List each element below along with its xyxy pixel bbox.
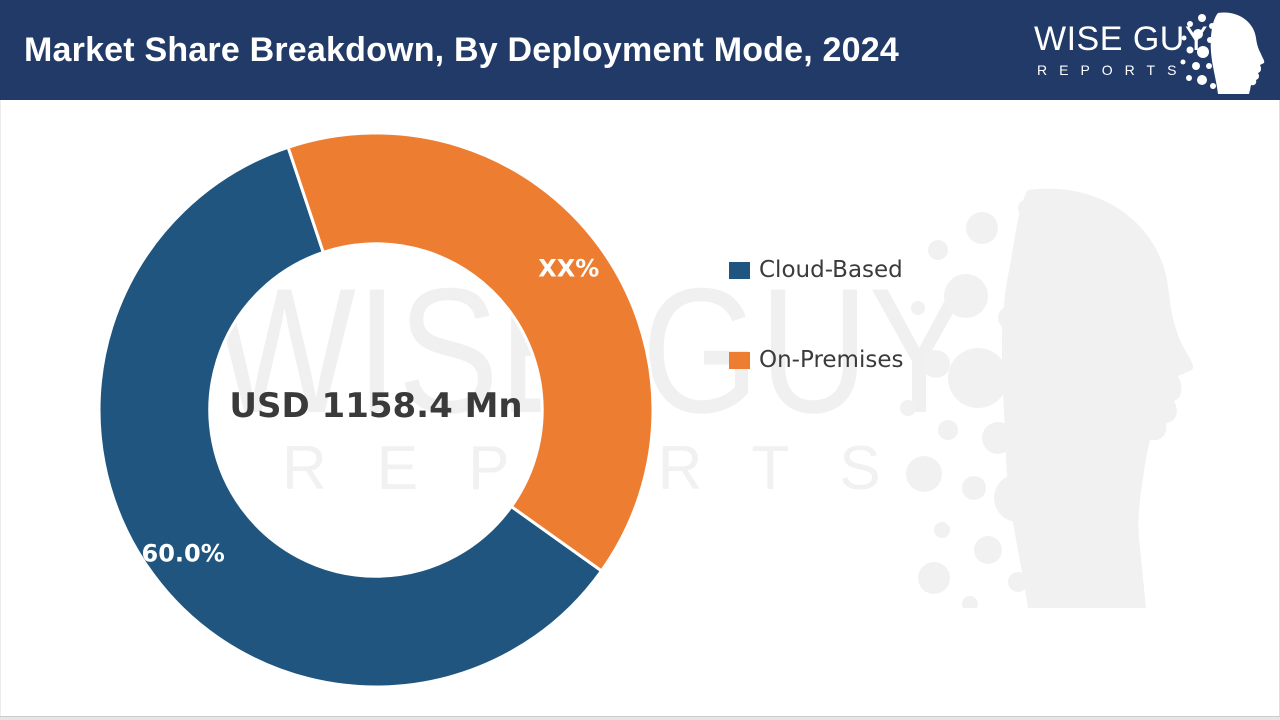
logo-face-icon <box>1180 12 1265 94</box>
legend-item-on-premises[interactable]: On-Premises <box>729 347 903 374</box>
legend-swatch-cloud-based <box>729 262 750 279</box>
chart-center-value: USD 1158.4 Mn <box>229 386 523 426</box>
header-banner: Market Share Breakdown, By Deployment Mo… <box>0 0 1280 100</box>
legend-swatch-on-premises <box>729 352 750 369</box>
page-title: Market Share Breakdown, By Deployment Mo… <box>24 30 899 69</box>
brand-logo: WISE GUY REPORTS <box>1018 6 1268 94</box>
legend-label: Cloud-Based <box>759 257 903 283</box>
legend-item-cloud-based[interactable]: Cloud-Based <box>729 257 903 284</box>
left-edge-line <box>0 100 1 720</box>
pie-slice-on-premises[interactable] <box>286 131 655 573</box>
slice-percent-label: XX% <box>538 254 599 282</box>
slice-percent-label: 60.0% <box>142 540 225 568</box>
watermark-face-dots-graphic <box>900 188 1194 608</box>
report-chart-page: WISE GUY REPORTS Market Share Breakdown,… <box>0 0 1280 720</box>
logo-subtext: REPORTS <box>1037 62 1189 78</box>
bottom-edge-line <box>0 716 1280 720</box>
legend-label: On-Premises <box>759 347 904 373</box>
